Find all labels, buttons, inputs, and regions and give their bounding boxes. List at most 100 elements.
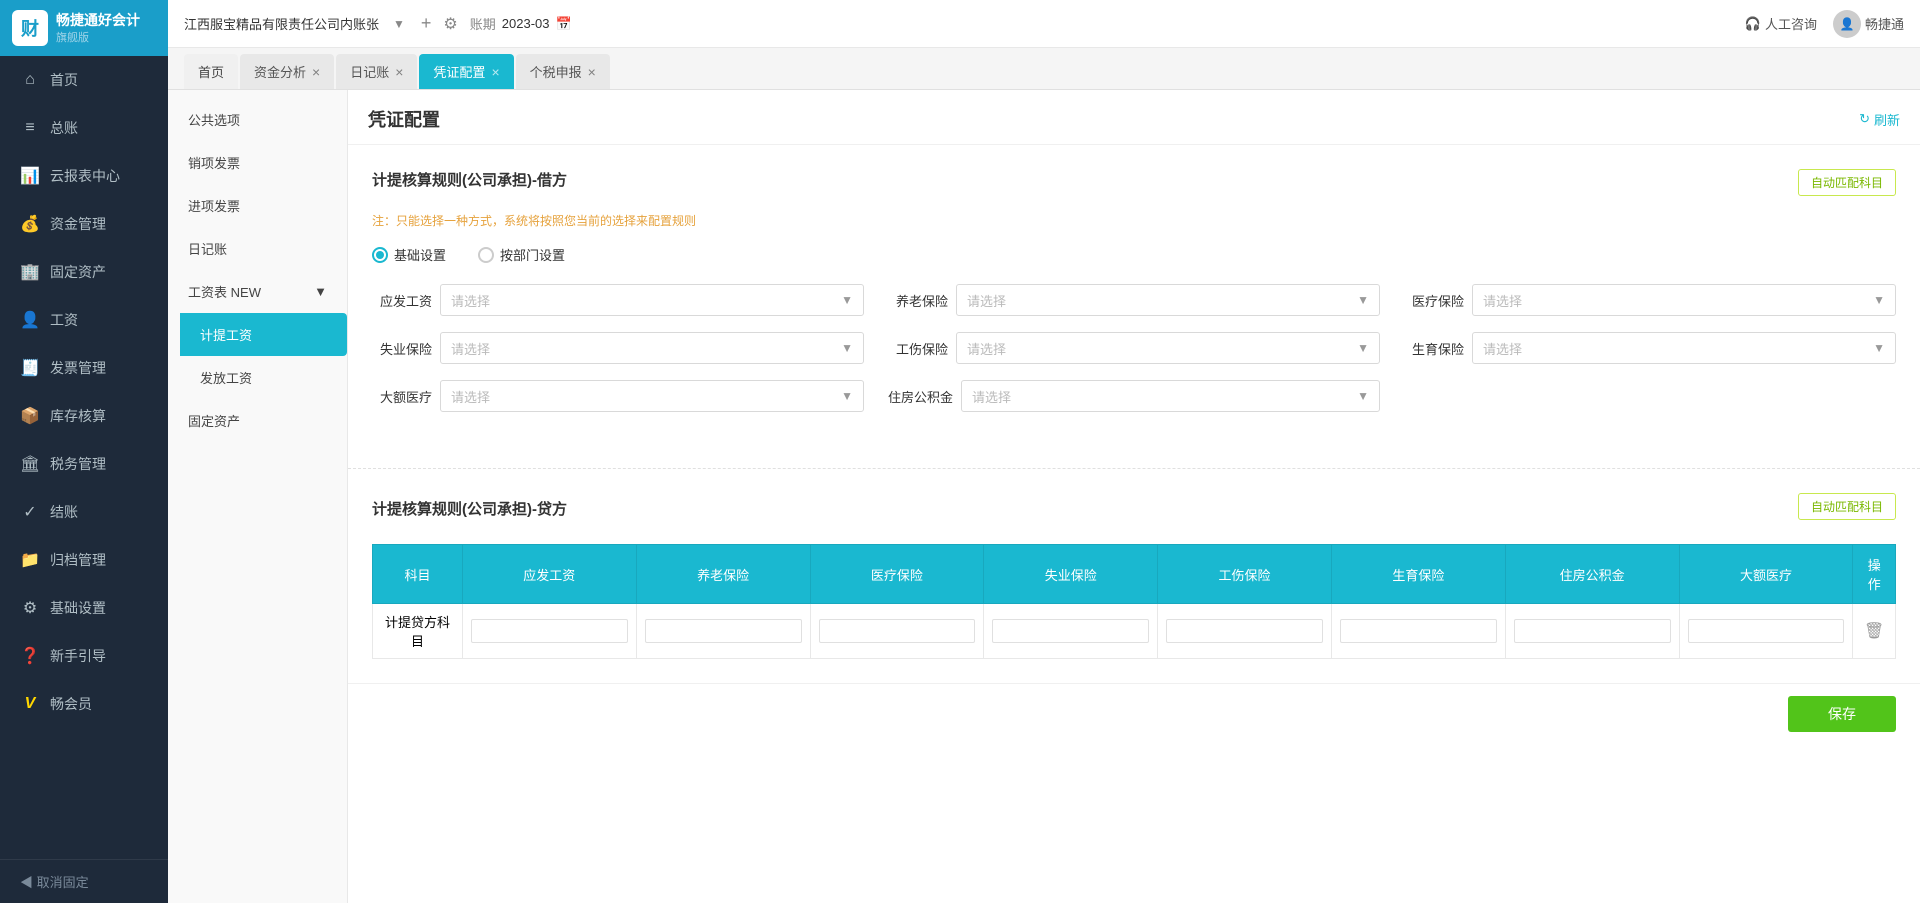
company-name: 江西服宝精品有限责任公司内账张 [184,14,379,33]
yang-lao-label: 养老保险 [888,291,948,310]
tab-journal-label: 日记账 [350,62,389,81]
row-ying-fa-input[interactable] [471,619,628,643]
refresh-label: 刷新 [1874,110,1900,129]
auto-match-btn-2[interactable]: 自动匹配科目 [1798,493,1896,520]
chevron-down-icon: ▼ [1873,293,1885,307]
period-selector: 账期 2023-03 📅 [470,14,572,33]
tab-tax-close[interactable]: × [588,64,596,80]
col-shi-ye: 失业保险 [984,545,1158,604]
yi-liao-placeholder: 请选择 [1483,291,1522,310]
tab-finance[interactable]: 资金分析 × [240,54,334,89]
sub-nav-salary-table-toggle[interactable]: 工资表 NEW ▼ [168,270,347,313]
row-yang-lao-input[interactable] [645,619,802,643]
sub-nav-purchase[interactable]: 进项发票 [168,184,347,227]
add-company-btn[interactable]: + [421,13,432,34]
shi-ye-label: 失业保险 [372,339,432,358]
field-zhu-fang: 住房公积金 请选择 ▼ [888,380,1380,412]
topbar-settings-icon[interactable]: ⚙ [443,14,457,34]
sidebar-item-fund[interactable]: 💰资金管理 [0,200,168,248]
sub-nav-ti-salary[interactable]: 计提工资 [180,313,347,356]
sidebar-item-archive[interactable]: 📁归档管理 [0,536,168,584]
sub-nav-fixed-assets[interactable]: 固定资产 [168,399,347,442]
sidebar-item-ledger[interactable]: ≡总账 [0,104,168,152]
section2-table: 科目 应发工资 养老保险 医疗保险 失业保险 工伤保险 生育保险 住房公积金 大… [372,544,1896,659]
refresh-btn[interactable]: ↻ 刷新 [1859,110,1900,129]
user-menu[interactable]: 👤 畅捷通 [1833,10,1904,38]
row-shi-ye-input[interactable] [992,619,1149,643]
sidebar-item-inventory[interactable]: 📦库存核算 [0,392,168,440]
sub-nav-sales[interactable]: 销项发票 [168,141,347,184]
save-button[interactable]: 保存 [1788,696,1896,732]
tab-home[interactable]: 首页 [184,54,238,89]
sidebar-item-assets[interactable]: 🏢固定资产 [0,248,168,296]
salary-table-label: 工资表 NEW [188,282,261,301]
radio-dept[interactable]: 按部门设置 [478,245,565,264]
calendar-icon[interactable]: 📅 [556,16,572,32]
close-account-icon: ✓ [20,502,40,522]
sidebar-collapse-btn[interactable]: ◀ 取消固定 [0,859,168,903]
sidebar-item-close[interactable]: ✓结账 [0,488,168,536]
zhu-fang-select[interactable]: 请选择 ▼ [961,380,1380,412]
row-zhu-fang-input[interactable] [1514,619,1671,643]
field-gong-shang: 工伤保险 请选择 ▼ [888,332,1380,364]
sidebar-item-invoice[interactable]: 🧾发票管理 [0,344,168,392]
col-da-e: 大额医疗 [1679,545,1853,604]
sub-nav-pay-salary[interactable]: 发放工资 [180,356,347,399]
sheng-yu-label: 生育保险 [1404,339,1464,358]
col-sheng-yu: 生育保险 [1331,545,1505,604]
row-gong-shang-input[interactable] [1166,619,1323,643]
ying-fa-placeholder: 请选择 [451,291,490,310]
da-e-select[interactable]: 请选择 ▼ [440,380,864,412]
tab-journal[interactable]: 日记账 × [336,54,417,89]
radio-basic[interactable]: 基础设置 [372,245,446,264]
company-dropdown-icon[interactable]: ▼ [393,17,405,31]
col-zhu-fang: 住房公积金 [1505,545,1679,604]
app-logo[interactable]: 财 畅捷通好会计 旗舰版 [0,0,168,56]
tab-journal-close[interactable]: × [395,64,403,80]
service-btn[interactable]: 🎧 人工咨询 [1745,14,1817,33]
tab-voucher[interactable]: 凭证配置 × [419,54,513,89]
col-ying-fa: 应发工资 [462,545,636,604]
period-value[interactable]: 2023-03 [502,16,550,31]
row-yi-liao-input[interactable] [819,619,976,643]
field-yang-lao: 养老保险 请选择 ▼ [888,284,1380,316]
chevron-down-icon: ▼ [1873,341,1885,355]
ying-fa-select[interactable]: 请选择 ▼ [440,284,864,316]
row-yang-lao-input-cell [636,604,810,659]
sidebar-item-home[interactable]: ⌂首页 [0,56,168,104]
sidebar-item-member[interactable]: V畅会员 [0,680,168,728]
sidebar-item-tax[interactable]: 🏛税务管理 [0,440,168,488]
sidebar-item-guide[interactable]: ❓新手引导 [0,632,168,680]
tab-finance-close[interactable]: × [312,64,320,80]
tab-voucher-close[interactable]: × [491,64,499,80]
radio-dept-circle [478,247,494,263]
field-sheng-yu: 生育保险 请选择 ▼ [1404,332,1896,364]
radio-basic-circle [372,247,388,263]
yi-liao-select[interactable]: 请选择 ▼ [1472,284,1896,316]
row-da-e-input[interactable] [1688,619,1845,643]
radio-dept-label: 按部门设置 [500,245,565,264]
row-sheng-yu-input[interactable] [1340,619,1497,643]
sub-sidebar: 公共选项 销项发票 进项发票 日记账 工资表 NEW ▼ 计提工资 发放工资 [168,90,348,903]
tab-tax[interactable]: 个税申报 × [516,54,610,89]
sub-nav-common[interactable]: 公共选项 [168,98,347,141]
table-header-row: 科目 应发工资 养老保险 医疗保险 失业保险 工伤保险 生育保险 住房公积金 大… [373,545,1896,604]
content-area: 公共选项 销项发票 进项发票 日记账 工资表 NEW ▼ 计提工资 发放工资 [168,90,1920,903]
sidebar-item-reports[interactable]: 📊云报表中心 [0,152,168,200]
topbar: 江西服宝精品有限责任公司内账张 ▼ + ⚙ 账期 2023-03 📅 🎧 人工咨… [168,0,1920,48]
shi-ye-select[interactable]: 请选择 ▼ [440,332,864,364]
yi-liao-label: 医疗保险 [1404,291,1464,310]
shi-ye-placeholder: 请选择 [451,339,490,358]
sidebar-item-settings[interactable]: ⚙基础设置 [0,584,168,632]
sidebar-item-salary[interactable]: 👤工资 [0,296,168,344]
auto-match-btn-1[interactable]: 自动匹配科目 [1798,169,1896,196]
section1: 计提核算规则(公司承担)-借方 自动匹配科目 注：只能选择一种方式，系统将按照您… [348,145,1920,452]
assets-icon: 🏢 [20,262,40,282]
sub-nav-journal[interactable]: 日记账 [168,227,347,270]
yang-lao-select[interactable]: 请选择 ▼ [956,284,1380,316]
sheng-yu-select[interactable]: 请选择 ▼ [1472,332,1896,364]
chevron-down-icon: ▼ [841,389,853,403]
delete-row-btn[interactable]: 🗑 [1864,623,1884,640]
table-row: 计提贷方科目 🗑 [373,604,1896,659]
gong-shang-select[interactable]: 请选择 ▼ [956,332,1380,364]
